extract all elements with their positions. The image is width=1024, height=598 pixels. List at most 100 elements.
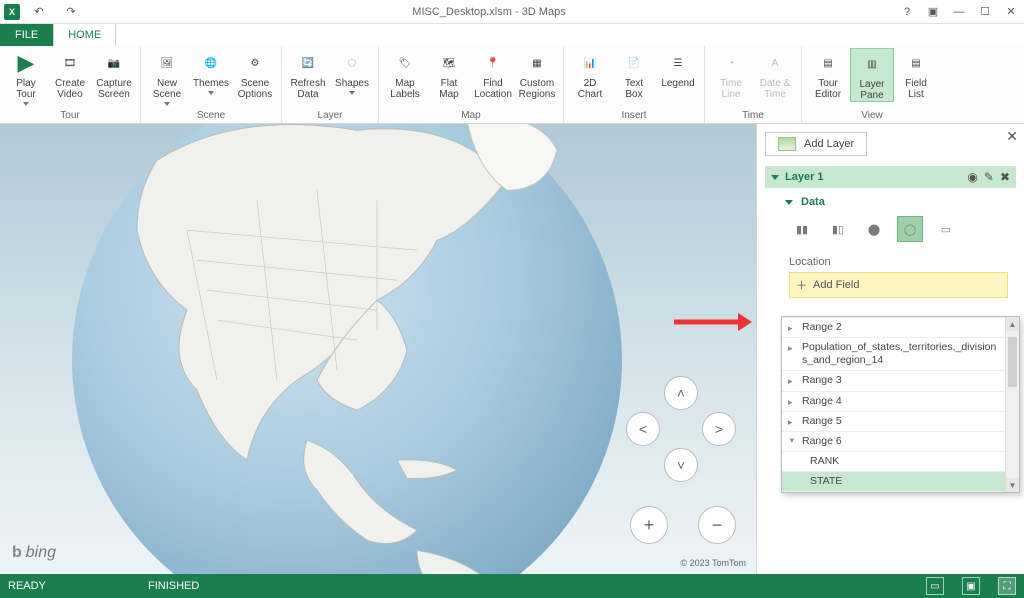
ribbon-tabs: FILE HOME xyxy=(0,24,1024,46)
map-viewport[interactable]: ˄ ˅ ˂ ˃ + − bbing © 2023 TomTom xyxy=(0,124,756,574)
scene-options-button[interactable]: ⚙Scene Options xyxy=(233,48,277,100)
field-range-5[interactable]: ▸Range 5 xyxy=(782,412,1005,432)
custom-regions-button[interactable]: ▦Custom Regions xyxy=(515,48,559,100)
field-list-button[interactable]: ▤Field List xyxy=(894,48,938,100)
group-insert: 📊2D Chart 📄Text Box ☰Legend Insert xyxy=(564,46,705,123)
ribbon: ▶Play Tour 🎞Create Video 📷Capture Screen… xyxy=(0,46,1024,124)
video-icon: 🎞 xyxy=(57,50,83,76)
textbox-icon: 📄 xyxy=(621,50,647,76)
field-range-top[interactable]: ▸Range 2 xyxy=(782,317,1005,338)
group-time: ◔Time Line ADate & Time Time xyxy=(705,46,802,123)
layer-header[interactable]: Layer 1 ◉ ✎ ✖ xyxy=(765,166,1016,188)
text-box-button[interactable]: 📄Text Box xyxy=(612,48,656,100)
scroll-down-button[interactable]: ▼ xyxy=(1006,478,1019,492)
datetime-icon: A xyxy=(762,50,788,76)
refresh-data-button[interactable]: 🔄Refresh Data xyxy=(286,48,330,100)
field-list-icon: ▤ xyxy=(903,50,929,76)
stacked-column-type[interactable]: ▮▮ xyxy=(789,216,815,242)
find-location-button[interactable]: 📍Find Location xyxy=(471,48,515,100)
new-scene-icon: 🖼 xyxy=(154,50,180,76)
bubble-type[interactable]: ⬤ xyxy=(861,216,887,242)
play-icon: ▶ xyxy=(13,50,39,76)
status-view-3[interactable]: ⛶ xyxy=(998,577,1016,595)
flat-map-icon: 🗺 xyxy=(436,50,462,76)
rename-icon[interactable]: ✎ xyxy=(984,170,994,184)
field-range-4[interactable]: ▸Range 4 xyxy=(782,392,1005,412)
tab-home[interactable]: HOME xyxy=(53,24,116,46)
window-title: MISC_Desktop.xlsm - 3D Maps xyxy=(84,6,894,18)
status-view-2[interactable]: ▣ xyxy=(962,577,980,595)
clustered-column-type[interactable]: ▮▯ xyxy=(825,216,851,242)
zoom-out-button[interactable]: − xyxy=(698,506,736,544)
tour-editor-button[interactable]: ▤Tour Editor xyxy=(806,48,850,100)
plus-icon: ＋ xyxy=(796,277,807,293)
undo-button[interactable]: ↶ xyxy=(26,0,52,24)
camera-icon: 📷 xyxy=(101,50,127,76)
bing-logo: bbing xyxy=(12,544,56,562)
chart-icon: 📊 xyxy=(577,50,603,76)
add-field-button[interactable]: ＋ Add Field xyxy=(789,272,1008,298)
date-time-button[interactable]: ADate & Time xyxy=(753,48,797,100)
status-view-1[interactable]: ▭ xyxy=(926,577,944,595)
region-type[interactable]: ▭ xyxy=(933,216,959,242)
pan-up-button[interactable]: ˄ xyxy=(664,376,698,410)
shapes-button[interactable]: ⬠Shapes xyxy=(330,48,374,95)
group-map: 🏷Map Labels 🗺Flat Map 📍Find Location ▦Cu… xyxy=(379,46,564,123)
app-icon: X xyxy=(4,4,20,20)
group-tour: ▶Play Tour 🎞Create Video 📷Capture Screen… xyxy=(0,46,141,123)
minimize-button[interactable]: — xyxy=(946,0,972,24)
main-area: ˄ ˅ ˂ ˃ + − bbing © 2023 TomTom ✕ Add La… xyxy=(0,124,1024,574)
themes-button[interactable]: 🌐Themes xyxy=(189,48,233,95)
scroll-thumb[interactable] xyxy=(1008,337,1017,387)
visibility-icon[interactable]: ◉ xyxy=(967,170,977,184)
zoom-in-button[interactable]: + xyxy=(630,506,668,544)
help-button[interactable]: ? xyxy=(894,0,920,24)
status-ready: READY xyxy=(8,580,148,592)
capture-screen-button[interactable]: 📷Capture Screen xyxy=(92,48,136,100)
layer-pane: ✕ Add Layer Layer 1 ◉ ✎ ✖ Data ▮▮ ▮▯ ⬤ ◯… xyxy=(756,124,1024,574)
add-layer-button[interactable]: Add Layer xyxy=(765,132,867,156)
close-window-button[interactable]: ✕ xyxy=(998,0,1024,24)
popup-scrollbar[interactable]: ▲ ▼ xyxy=(1005,317,1019,492)
delete-layer-icon[interactable]: ✖ xyxy=(1000,170,1010,184)
field-state[interactable]: STATE xyxy=(782,472,1005,492)
title-bar: X ↶ ↷ MISC_Desktop.xlsm - 3D Maps ? ▣ — … xyxy=(0,0,1024,24)
globe-icon: 🌐 xyxy=(198,50,224,76)
create-video-button[interactable]: 🎞Create Video xyxy=(48,48,92,100)
2d-chart-button[interactable]: 📊2D Chart xyxy=(568,48,612,100)
status-finished: FINISHED xyxy=(148,580,926,592)
flat-map-button[interactable]: 🗺Flat Map xyxy=(427,48,471,100)
pan-down-button[interactable]: ˅ xyxy=(664,448,698,482)
new-scene-button[interactable]: 🖼New Scene xyxy=(145,48,189,106)
timeline-icon: ◔ xyxy=(718,50,744,76)
legend-button[interactable]: ☰Legend xyxy=(656,48,700,89)
layer-pane-icon: ▥ xyxy=(859,51,885,77)
layer-pane-button[interactable]: ▥Layer Pane xyxy=(850,48,894,102)
regions-icon: ▦ xyxy=(524,50,550,76)
redo-button[interactable]: ↷ xyxy=(58,0,84,24)
gear-icon: ⚙ xyxy=(242,50,268,76)
legend-icon: ☰ xyxy=(665,50,691,76)
maximize-button[interactable]: ☐ xyxy=(972,0,998,24)
field-range-3[interactable]: ▸Range 3 xyxy=(782,371,1005,391)
scroll-up-button[interactable]: ▲ xyxy=(1006,317,1019,331)
tab-file[interactable]: FILE xyxy=(0,24,53,46)
pane-close-button[interactable]: ✕ xyxy=(1006,128,1018,145)
location-icon: 📍 xyxy=(480,50,506,76)
time-line-button[interactable]: ◔Time Line xyxy=(709,48,753,100)
ribbon-display-button[interactable]: ▣ xyxy=(920,0,946,24)
play-tour-button[interactable]: ▶Play Tour xyxy=(4,48,48,106)
pan-left-button[interactable]: ˂ xyxy=(626,412,660,446)
pan-right-button[interactable]: ˃ xyxy=(702,412,736,446)
field-population[interactable]: ▸Population_of_states,_territories,_divi… xyxy=(782,338,1005,371)
group-view: ▤Tour Editor ▥Layer Pane ▤Field List Vie… xyxy=(802,46,942,123)
field-rank[interactable]: RANK xyxy=(782,452,1005,472)
group-layer: 🔄Refresh Data ⬠Shapes Layer xyxy=(282,46,379,123)
data-section-header[interactable]: Data xyxy=(765,194,1016,216)
labels-icon: 🏷 xyxy=(392,50,418,76)
layer-name: Layer 1 xyxy=(785,171,824,183)
globe-graphic xyxy=(37,124,657,574)
map-labels-button[interactable]: 🏷Map Labels xyxy=(383,48,427,100)
field-range-6[interactable]: ▸Range 6 xyxy=(782,432,1005,452)
heatmap-type[interactable]: ◯ xyxy=(897,216,923,242)
